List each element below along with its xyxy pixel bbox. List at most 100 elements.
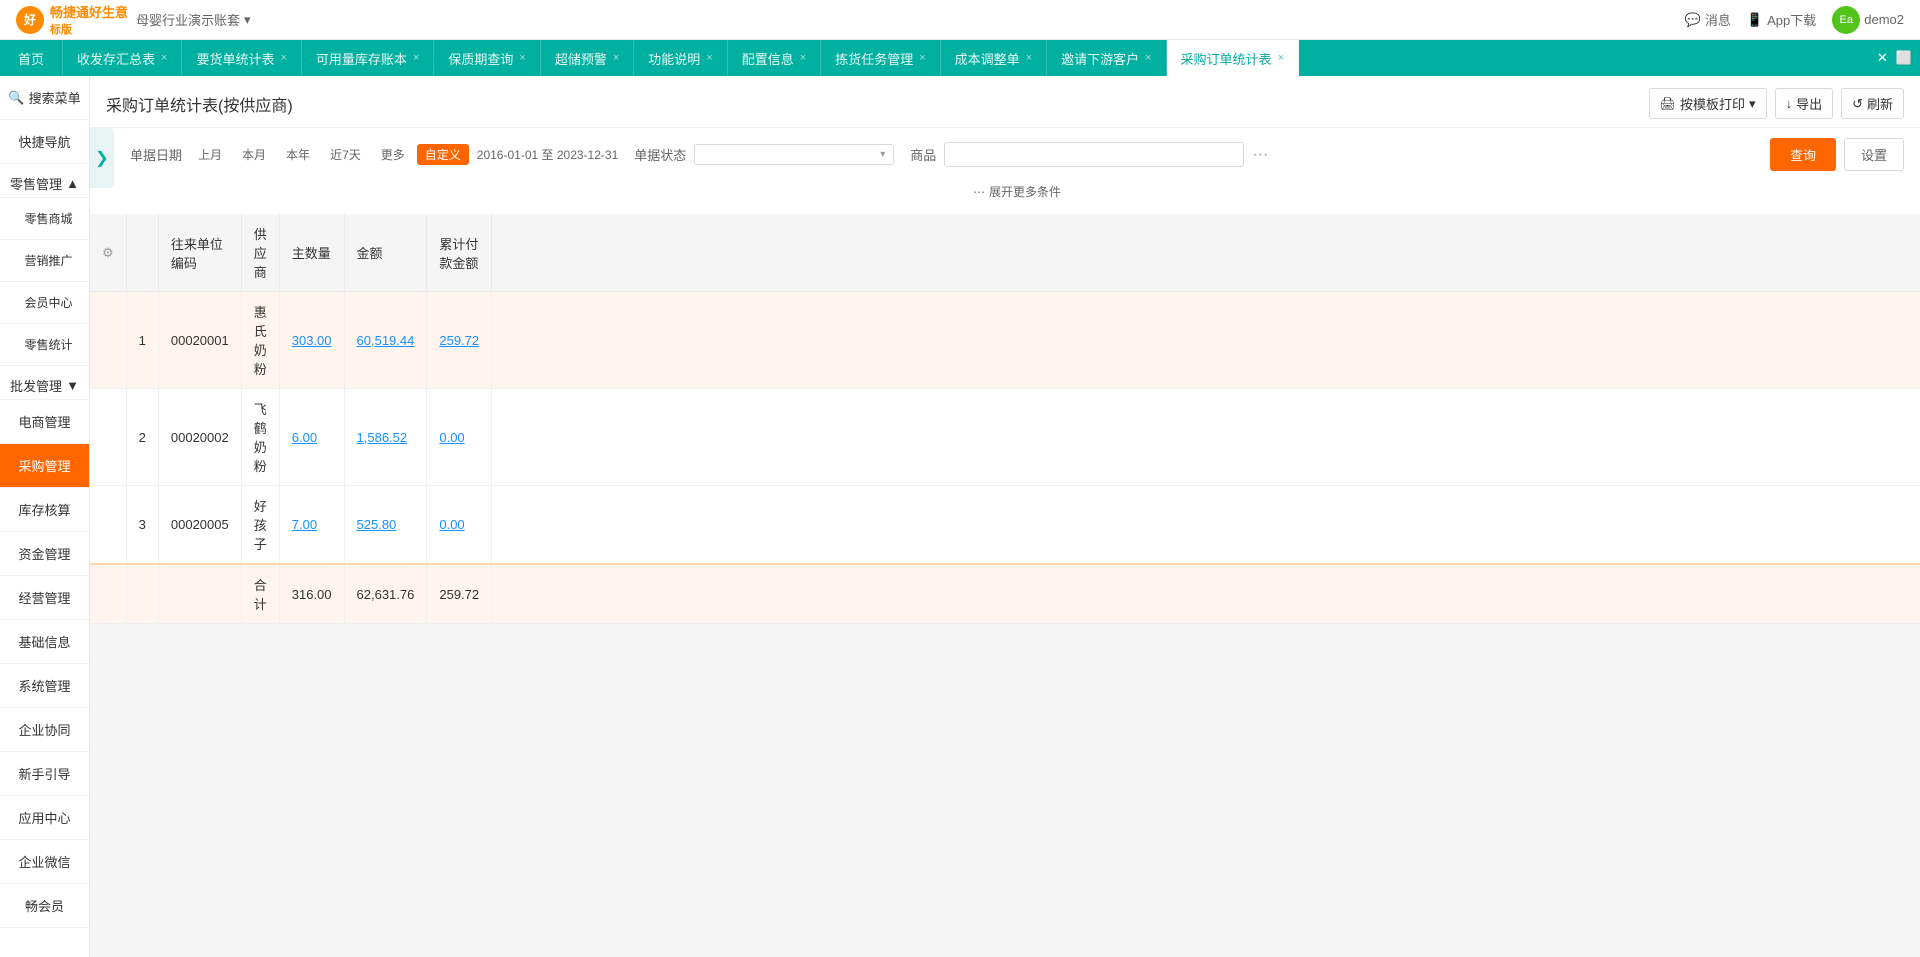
tab-yaohuo[interactable]: 要货单统计表 ×	[182, 40, 301, 76]
tab-peizhi[interactable]: 配置信息 ×	[728, 40, 821, 76]
data-table: ⚙ 往来单位编码 供应商 主数量 金额 累计付款金额	[90, 214, 1920, 624]
shortcut-7days[interactable]: 近7天	[322, 144, 369, 165]
shortcut-thismonth[interactable]: 本月	[234, 144, 274, 165]
sidebar-item-inventory[interactable]: 库存核算	[0, 488, 89, 532]
sidebar-item-basic[interactable]: 基础信息	[0, 620, 89, 664]
tab-home[interactable]: 首页	[0, 40, 63, 76]
close-all-tabs-icon[interactable]: ✕	[1877, 50, 1888, 66]
date-range-display: 2016-01-01 至 2023-12-31	[477, 146, 618, 163]
sidebar-item-wholesale[interactable]: 批发管理 ▼	[0, 366, 89, 400]
sidebar-item-quicknav[interactable]: 快捷导航	[0, 120, 89, 164]
sidebar-item-corpwx[interactable]: 企业微信	[0, 840, 89, 884]
sidebar-item-member[interactable]: 会员中心	[0, 282, 89, 324]
tab-close-icon[interactable]: ×	[919, 52, 925, 64]
th-paid: 累计付款金额	[427, 214, 492, 292]
sidebar-item-collab[interactable]: 企业协同	[0, 708, 89, 752]
sidebar-item-retailstat[interactable]: 零售统计	[0, 324, 89, 366]
goods-input[interactable]	[944, 142, 1244, 167]
row-paid: 0.00	[427, 486, 492, 565]
tab-chengben[interactable]: 成本调整单 ×	[941, 40, 1047, 76]
goods-label: 商品	[910, 145, 936, 164]
row-code: 00020001	[158, 292, 241, 389]
tab-shoufacun[interactable]: 收发存汇总表 ×	[63, 40, 182, 76]
sidebar-item-capital[interactable]: 资金管理	[0, 532, 89, 576]
status-label: 单据状态	[634, 145, 686, 164]
row-settings-cell	[90, 389, 126, 486]
row-code: 00020005	[158, 486, 241, 565]
th-spacer	[492, 214, 1920, 292]
row-qty: 303.00	[279, 292, 344, 389]
tab-caigou[interactable]: 采购订单统计表 ×	[1167, 40, 1299, 76]
shortcut-more[interactable]: 更多	[373, 144, 413, 165]
nav-tabs-end: ✕ ⬜	[1877, 50, 1920, 66]
settings-button[interactable]: 设置	[1844, 138, 1904, 171]
total-qty: 316.00	[279, 564, 344, 624]
table-row: 1 00020001 惠氏奶粉 303.00 60,519.44 259.72	[90, 292, 1920, 389]
filter-toggle-button[interactable]: ❯	[90, 128, 114, 188]
export-button[interactable]: ↓ 导出	[1775, 88, 1834, 119]
message-button[interactable]: 💬 消息	[1685, 10, 1731, 29]
tab-keyong[interactable]: 可用量库存账本 ×	[302, 40, 434, 76]
date-shortcuts: 上月 本月 本年 近7天 更多 自定义	[190, 144, 469, 165]
sidebar-item-newguide[interactable]: 新手引导	[0, 752, 89, 796]
sidebar-item-system[interactable]: 系统管理	[0, 664, 89, 708]
sidebar-item-retail[interactable]: 零售管理 ▲	[0, 164, 89, 198]
tab-close-icon[interactable]: ×	[613, 52, 619, 64]
row-spacer	[492, 292, 1920, 389]
row-supplier: 惠氏奶粉	[241, 292, 279, 389]
status-dropdown-icon: ▾	[880, 149, 885, 160]
th-qty: 主数量	[279, 214, 344, 292]
tab-close-icon[interactable]: ×	[1145, 52, 1151, 64]
sidebar-item-ecommerce[interactable]: 电商管理	[0, 400, 89, 444]
refresh-button[interactable]: ↺ 刷新	[1841, 88, 1904, 119]
tab-close-icon[interactable]: ×	[413, 52, 419, 64]
status-select[interactable]: ▾	[694, 144, 894, 165]
tab-close-icon[interactable]: ×	[800, 52, 806, 64]
tab-close-icon[interactable]: ×	[519, 52, 525, 64]
filter-line2: ⋯ 展开更多条件	[130, 179, 1904, 204]
sidebar-item-operation[interactable]: 经营管理	[0, 576, 89, 620]
goods-more-icon[interactable]: ···	[1252, 146, 1268, 164]
tab-close-icon[interactable]: ×	[706, 52, 712, 64]
expand-conditions-button[interactable]: ⋯ 展开更多条件	[965, 179, 1069, 204]
row-supplier: 飞鹤奶粉	[241, 389, 279, 486]
row-settings-cell	[90, 486, 126, 565]
print-button[interactable]: 🖨 按模板打印 ▾	[1649, 88, 1767, 119]
workspace-select[interactable]: 母婴行业演示账套 ▾	[136, 10, 251, 29]
sidebar-item-appcenter[interactable]: 应用中心	[0, 796, 89, 840]
restore-window-icon[interactable]: ⬜	[1896, 50, 1912, 66]
th-index	[126, 214, 158, 292]
tab-close-icon[interactable]: ×	[280, 52, 286, 64]
sidebar-item-vip[interactable]: 畅会员	[0, 884, 89, 928]
total-label: 合计	[241, 564, 279, 624]
column-settings-icon[interactable]: ⚙	[102, 245, 114, 260]
row-amount: 525.80	[344, 486, 427, 565]
logo-text: 畅捷通好生意 标版	[50, 2, 128, 37]
app-download-button[interactable]: 📱 App下载	[1747, 10, 1816, 29]
date-label: 单据日期	[130, 145, 182, 164]
query-button[interactable]: 查询	[1770, 138, 1836, 171]
custom-date-tag[interactable]: 自定义	[417, 144, 469, 165]
user-avatar-area[interactable]: Ea demo2	[1832, 6, 1904, 34]
total-paid: 259.72	[427, 564, 492, 624]
tab-chaochuyujing[interactable]: 超储预警 ×	[541, 40, 634, 76]
tab-close-icon[interactable]: ×	[1278, 52, 1284, 64]
tab-close-icon[interactable]: ×	[1026, 52, 1032, 64]
table-area: ⚙ 往来单位编码 供应商 主数量 金额 累计付款金额	[90, 214, 1920, 624]
tab-gongneng[interactable]: 功能说明 ×	[634, 40, 727, 76]
shortcut-thisyear[interactable]: 本年	[278, 144, 318, 165]
tab-jianhuo[interactable]: 拣货任务管理 ×	[821, 40, 940, 76]
tab-yaoqing[interactable]: 邀请下游客户 ×	[1047, 40, 1166, 76]
message-icon: 💬	[1685, 12, 1701, 28]
sidebar-item-retailshop[interactable]: 零售商城	[0, 198, 89, 240]
sidebar-item-marketing[interactable]: 营销推广	[0, 240, 89, 282]
row-spacer	[492, 486, 1920, 565]
main-layout: 🔍 搜索菜单 快捷导航 零售管理 ▲ 零售商城 营销推广 会员中心 零售统计 批…	[0, 76, 1920, 957]
goods-filter-group: 商品 ···	[910, 142, 1268, 167]
tab-baozhiqi[interactable]: 保质期查询 ×	[434, 40, 540, 76]
sidebar-item-search[interactable]: 🔍 搜索菜单	[0, 76, 89, 120]
row-paid: 0.00	[427, 389, 492, 486]
shortcut-lastmonth[interactable]: 上月	[190, 144, 230, 165]
tab-close-icon[interactable]: ×	[161, 52, 167, 64]
sidebar-item-purchase[interactable]: 采购管理	[0, 444, 89, 488]
